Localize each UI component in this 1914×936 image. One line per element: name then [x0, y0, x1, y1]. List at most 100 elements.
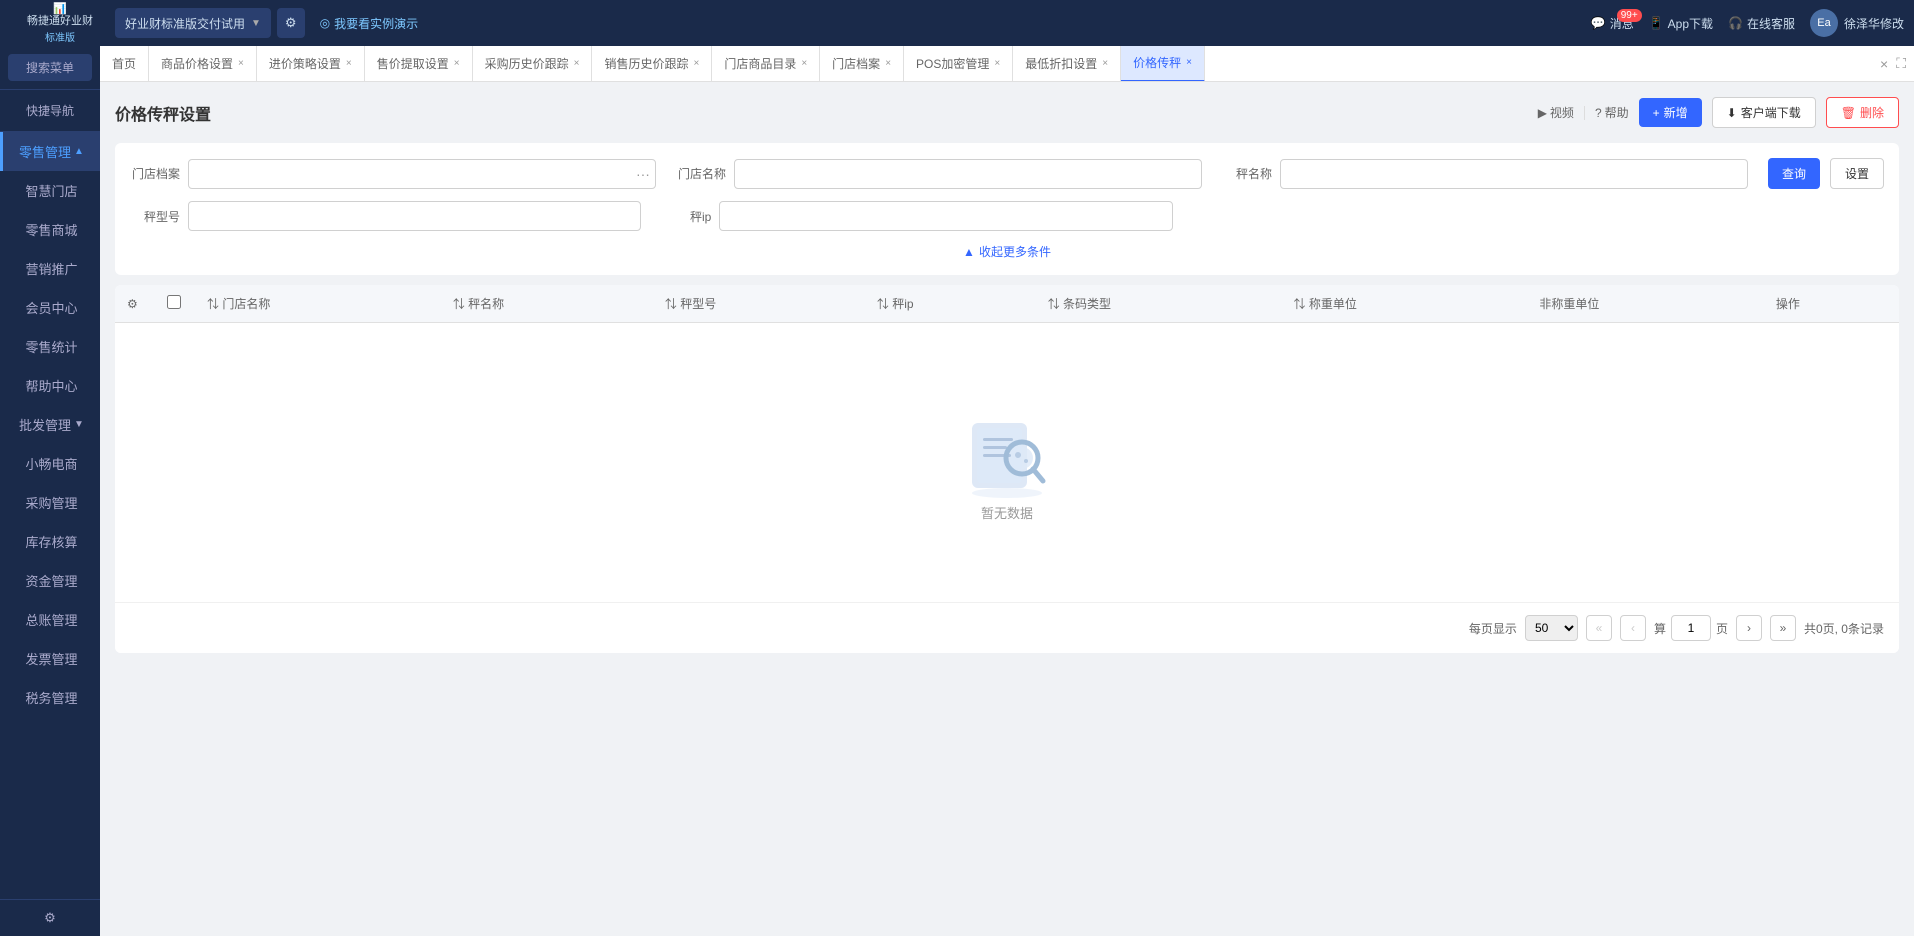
delete-icon: 🗑: [1841, 106, 1856, 120]
page-current: 算 页: [1654, 615, 1728, 641]
sidebar-item-ecommerce[interactable]: 小畅电商: [0, 444, 100, 483]
table-card: ⚙ ⇅ 门店名称 ⇅ 秤名称: [115, 285, 1899, 653]
collapse-icon: ▲: [963, 245, 975, 259]
sidebar-settings-button[interactable]: ⚙: [0, 899, 100, 936]
collapse-button[interactable]: ▲ 收起更多条件: [963, 243, 1051, 260]
next-page-button[interactable]: ›: [1736, 615, 1762, 641]
tab-sales-history[interactable]: 销售历史价跟踪 ×: [592, 46, 712, 82]
logo-text: 畅捷通好业财: [27, 15, 93, 28]
add-button[interactable]: + 新增: [1639, 98, 1702, 127]
tab-close-icon[interactable]: ×: [693, 58, 699, 69]
topbar-settings-button[interactable]: ⚙: [277, 8, 305, 38]
select-all-checkbox[interactable]: [167, 295, 181, 309]
sidebar-item-retail-mall[interactable]: 零售商城: [0, 210, 100, 249]
sidebar-item-purchase[interactable]: 采购管理: [0, 483, 100, 522]
delete-button[interactable]: 🗑 删除: [1826, 97, 1899, 128]
sidebar-item-label: 零售管理: [19, 142, 71, 161]
tab-close-icon[interactable]: ×: [238, 58, 244, 69]
quick-nav-button[interactable]: 快捷导航: [0, 96, 100, 125]
tab-close-icon[interactable]: ×: [801, 58, 807, 69]
tab-close-icon[interactable]: ×: [346, 58, 352, 69]
filter-store-archive: 门店档案 ···: [130, 159, 656, 189]
tab-close-icon[interactable]: ×: [574, 58, 580, 69]
sidebar-item-help-center[interactable]: 帮助中心: [0, 366, 100, 405]
tab-home[interactable]: 首页: [100, 46, 149, 82]
tab-purchase-strategy[interactable]: 进价策略设置 ×: [257, 46, 365, 82]
page-word: 算: [1654, 620, 1666, 637]
tab-close-icon[interactable]: ×: [1102, 58, 1108, 69]
demo-link[interactable]: ◎ 我要看实例演示: [320, 15, 419, 32]
store-name-input[interactable]: [734, 159, 1202, 189]
tab-store-archive[interactable]: 门店档案 ×: [820, 46, 904, 82]
chevron-up-icon: ▲: [74, 146, 84, 157]
tab-min-discount[interactable]: 最低折扣设置 ×: [1013, 46, 1121, 82]
sidebar-item-general-ledger[interactable]: 总账管理: [0, 600, 100, 639]
store-archive-input[interactable]: [188, 159, 656, 189]
video-link[interactable]: ▶ 视频: [1538, 104, 1574, 121]
col-label: 操作: [1776, 297, 1800, 311]
content-area: 首页 商品价格设置 × 进价策略设置 × 售价提取设置 × 采购历史价跟踪 ×: [100, 46, 1914, 936]
th-scale-ip: ⇅ 秤ip: [865, 285, 1036, 323]
tab-label: 进价策略设置: [269, 55, 341, 72]
tab-label: 首页: [112, 55, 136, 72]
tab-close-all-button[interactable]: ×: [1880, 56, 1888, 72]
client-download-button[interactable]: ⬇ 客户端下载: [1712, 97, 1816, 128]
sidebar-item-marketing[interactable]: 营销推广: [0, 249, 100, 288]
store-archive-label: 门店档案: [130, 165, 180, 182]
tab-label: 价格传秤: [1133, 54, 1181, 71]
page-input[interactable]: [1671, 615, 1711, 641]
per-page-label: 每页显示: [1469, 620, 1517, 637]
per-page-select[interactable]: 10 20 50 100: [1525, 615, 1578, 641]
tab-pos-encryption[interactable]: POS加密管理 ×: [904, 46, 1013, 82]
user-menu[interactable]: Ea 徐泽华修改: [1810, 9, 1904, 37]
tab-close-icon[interactable]: ×: [1186, 57, 1192, 68]
tab-price-scale[interactable]: 价格传秤 ×: [1121, 46, 1205, 82]
tab-close-icon[interactable]: ×: [454, 58, 460, 69]
tab-close-icon[interactable]: ×: [885, 58, 891, 69]
sidebar-item-finance[interactable]: 资金管理: [0, 561, 100, 600]
video-icon: ▶: [1538, 106, 1547, 120]
th-non-weight-unit: 非称重单位: [1527, 285, 1763, 323]
demo-label: 我要看实例演示: [334, 15, 418, 32]
messages-button[interactable]: 💬 消息 99+: [1591, 15, 1634, 32]
sidebar-item-wholesale[interactable]: 批发管理 ▼: [0, 405, 100, 444]
scale-name-input[interactable]: [1280, 159, 1748, 189]
scale-model-label: 秤型号: [130, 208, 180, 225]
settings-button[interactable]: 设置: [1830, 158, 1884, 189]
scale-ip-label: 秤ip: [661, 208, 711, 225]
app-download-button[interactable]: 📱 App下载: [1649, 15, 1713, 32]
th-weight-unit: ⇅ 称重单位: [1282, 285, 1528, 323]
first-page-button[interactable]: «: [1586, 615, 1612, 641]
sidebar-item-retail-stats[interactable]: 零售统计: [0, 327, 100, 366]
version-selector[interactable]: 好业财标准版交付试用 ▼: [115, 8, 271, 38]
sidebar-item-tax[interactable]: 税务管理: [0, 678, 100, 717]
sidebar-item-member-center[interactable]: 会员中心: [0, 288, 100, 327]
table-settings-icon[interactable]: ⚙: [127, 297, 138, 311]
prev-page-button[interactable]: ‹: [1620, 615, 1646, 641]
sidebar-item-inventory[interactable]: 库存核算: [0, 522, 100, 561]
scale-ip-input[interactable]: [719, 201, 1172, 231]
tab-purchase-history[interactable]: 采购历史价跟踪 ×: [473, 46, 593, 82]
help-link[interactable]: ? 帮助: [1595, 104, 1629, 121]
tab-maximize-button[interactable]: ⛶: [1896, 55, 1906, 72]
avatar: Ea: [1810, 9, 1838, 37]
query-button[interactable]: 查询: [1768, 158, 1820, 189]
last-page-button[interactable]: »: [1770, 615, 1796, 641]
logo-icon: 📊: [53, 2, 67, 15]
online-service-button[interactable]: 🎧 在线客服: [1728, 15, 1795, 32]
sidebar-item-invoice[interactable]: 发票管理: [0, 639, 100, 678]
tab-close-icon[interactable]: ×: [994, 58, 1000, 69]
tab-selling-price[interactable]: 售价提取设置 ×: [365, 46, 473, 82]
sidebar-item-retail-management[interactable]: 零售管理 ▲: [0, 132, 100, 171]
sidebar-item-smart-store[interactable]: 智慧门店: [0, 171, 100, 210]
search-menu-button[interactable]: 搜索菜单: [8, 54, 92, 81]
sidebar-item-label: 小畅电商: [25, 457, 77, 472]
empty-text: 暂无数据: [981, 503, 1033, 522]
col-label: ⇅ 门店名称: [207, 297, 270, 311]
tab-product-price[interactable]: 商品价格设置 ×: [149, 46, 257, 82]
empty-illustration: [947, 403, 1067, 503]
tab-label: 商品价格设置: [161, 55, 233, 72]
scale-model-input[interactable]: [188, 201, 641, 231]
more-icon[interactable]: ···: [636, 166, 650, 182]
tab-store-catalog[interactable]: 门店商品目录 ×: [712, 46, 820, 82]
